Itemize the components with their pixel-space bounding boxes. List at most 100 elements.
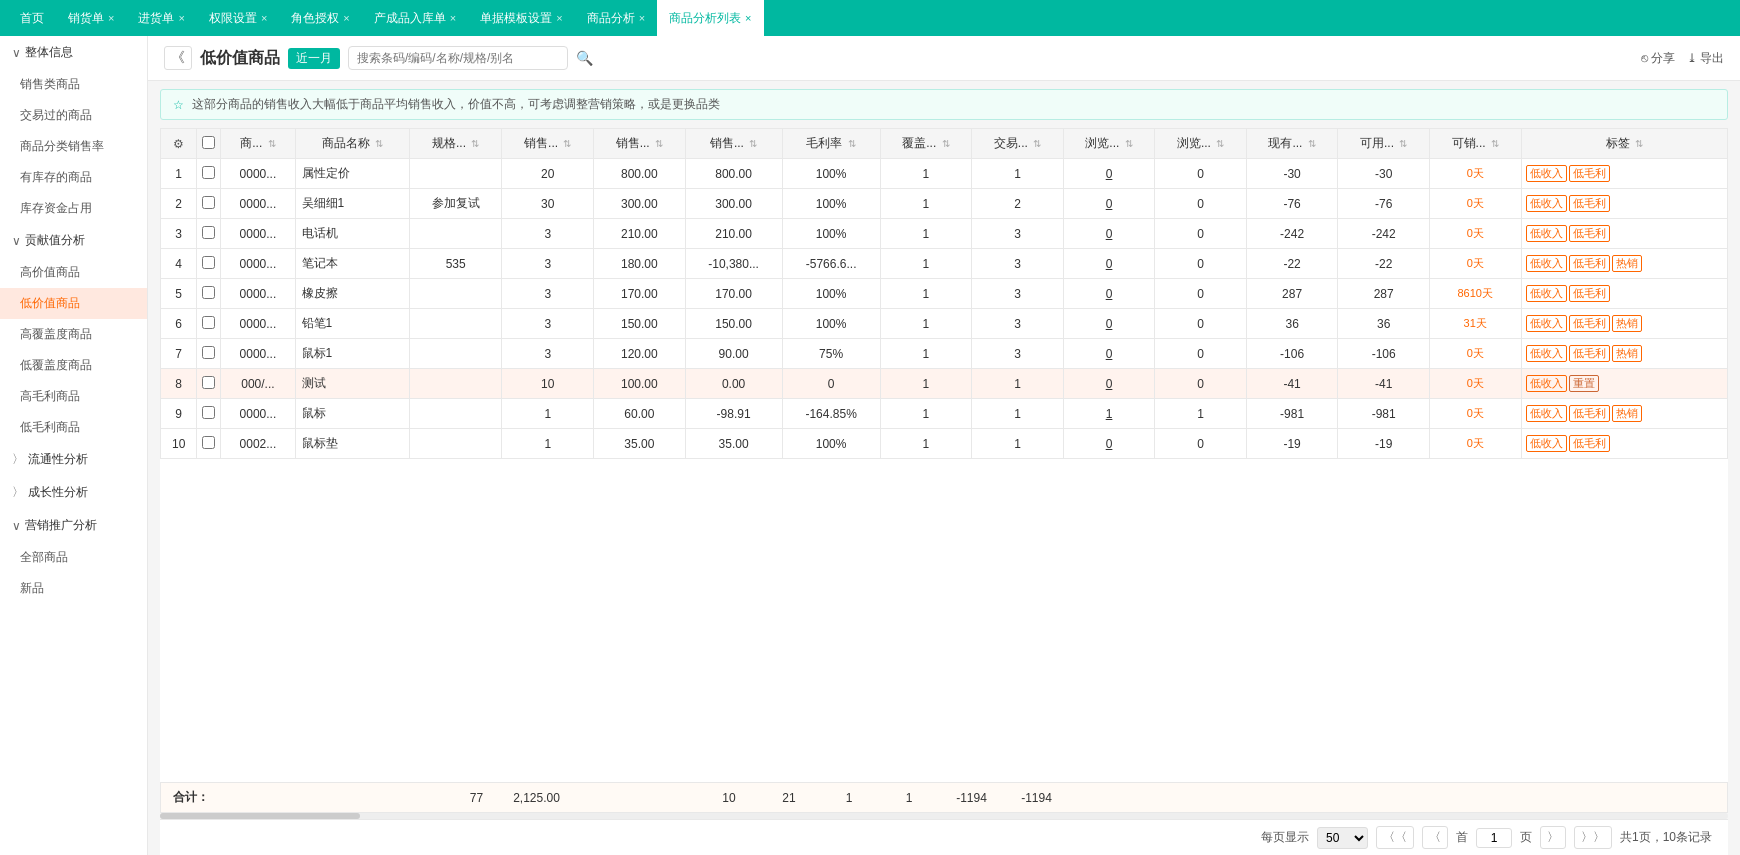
last-page-button[interactable]: 〉〉 (1574, 826, 1612, 849)
view1-link[interactable]: 0 (1106, 227, 1113, 241)
first-page-button[interactable]: 〈〈 (1376, 826, 1414, 849)
sidebar-group-overall[interactable]: ∨ 整体信息 (0, 36, 147, 69)
next-page-button[interactable]: 〉 (1540, 826, 1566, 849)
view1-link[interactable]: 1 (1106, 407, 1113, 421)
nav-home[interactable]: 首页 (8, 0, 56, 36)
sidebar-item-high-margin[interactable]: 高毛利商品 (0, 381, 147, 412)
sales-amount-column-header[interactable]: 销售... ⇅ (685, 129, 782, 159)
row-checkbox-cell[interactable] (197, 309, 221, 339)
checkbox-column-header[interactable] (197, 129, 221, 159)
view1-link[interactable]: 0 (1106, 437, 1113, 451)
sidebar-group-growth[interactable]: 〉 成长性分析 (0, 476, 147, 509)
view1-cell[interactable]: 0 (1063, 279, 1155, 309)
view1-cell[interactable]: 0 (1063, 219, 1155, 249)
coverage-column-header[interactable]: 覆盖... ⇅ (880, 129, 972, 159)
row-checkbox-cell[interactable] (197, 399, 221, 429)
view1-link[interactable]: 0 (1106, 317, 1113, 331)
view1-link[interactable]: 0 (1106, 197, 1113, 211)
nav-close-icon[interactable]: × (450, 12, 456, 24)
current-column-header[interactable]: 现有... ⇅ (1246, 129, 1338, 159)
nav-product-inbound[interactable]: 产成品入库单 × (362, 0, 468, 36)
gear-column-header[interactable]: ⚙ (161, 129, 197, 159)
view1-cell[interactable]: 0 (1063, 159, 1155, 189)
nav-product-analysis[interactable]: 商品分析 × (575, 0, 657, 36)
page-number-input[interactable] (1476, 828, 1512, 848)
nav-purchase-order[interactable]: 进货单 × (126, 0, 196, 36)
view1-cell[interactable]: 0 (1063, 309, 1155, 339)
row-checkbox[interactable] (202, 316, 215, 329)
view1-column-header[interactable]: 浏览... ⇅ (1063, 129, 1155, 159)
view1-link[interactable]: 0 (1106, 167, 1113, 181)
nav-product-analysis-list[interactable]: 商品分析列表 × (657, 0, 763, 36)
gear-icon[interactable]: ⚙ (173, 137, 184, 151)
view1-cell[interactable]: 0 (1063, 249, 1155, 279)
export-button[interactable]: ⤓ 导出 (1687, 50, 1724, 67)
sidebar-item-category-sales-rate[interactable]: 商品分类销售率 (0, 131, 147, 162)
select-all-checkbox[interactable] (202, 136, 215, 149)
view1-cell[interactable]: 0 (1063, 369, 1155, 399)
nav-close-icon[interactable]: × (178, 12, 184, 24)
row-checkbox-cell[interactable] (197, 189, 221, 219)
view1-cell[interactable]: 0 (1063, 429, 1155, 459)
nav-close-icon[interactable]: × (556, 12, 562, 24)
share-button[interactable]: ⎋ 分享 (1641, 50, 1675, 67)
name-column-header[interactable]: 商品名称 ⇅ (295, 129, 409, 159)
view1-link[interactable]: 0 (1106, 287, 1113, 301)
nav-permission[interactable]: 权限设置 × (197, 0, 279, 36)
sidebar-item-stocked-goods[interactable]: 有库存的商品 (0, 162, 147, 193)
view1-cell[interactable]: 0 (1063, 189, 1155, 219)
row-checkbox-cell[interactable] (197, 339, 221, 369)
view1-cell[interactable]: 1 (1063, 399, 1155, 429)
row-checkbox[interactable] (202, 256, 215, 269)
spec-column-header[interactable]: 规格... ⇅ (409, 129, 502, 159)
code-column-header[interactable]: 商... ⇅ (221, 129, 295, 159)
sales-price-column-header[interactable]: 销售... ⇅ (594, 129, 686, 159)
view1-link[interactable]: 0 (1106, 257, 1113, 271)
row-checkbox[interactable] (202, 406, 215, 419)
row-checkbox-cell[interactable] (197, 369, 221, 399)
sidebar-item-stock-funds[interactable]: 库存资金占用 (0, 193, 147, 224)
row-checkbox-cell[interactable] (197, 429, 221, 459)
row-checkbox-cell[interactable] (197, 219, 221, 249)
transaction-column-header[interactable]: 交易... ⇅ (972, 129, 1064, 159)
sidebar-item-low-coverage[interactable]: 低覆盖度商品 (0, 350, 147, 381)
sidebar-item-traded-goods[interactable]: 交易过的商品 (0, 100, 147, 131)
view2-column-header[interactable]: 浏览... ⇅ (1155, 129, 1247, 159)
nav-close-icon[interactable]: × (639, 12, 645, 24)
collapse-sidebar-button[interactable]: 《 (164, 46, 192, 70)
margin-column-header[interactable]: 毛利率 ⇅ (782, 129, 880, 159)
prev-page-button[interactable]: 〈 (1422, 826, 1448, 849)
data-table-container[interactable]: ⚙ 商... ⇅ 商品名称 ⇅ 规格... ⇅ 销售... ⇅ 销售... ⇅ … (160, 128, 1728, 782)
row-checkbox-cell[interactable] (197, 249, 221, 279)
sidebar-item-low-value[interactable]: 低价值商品 (0, 288, 147, 319)
nav-template-settings[interactable]: 单据模板设置 × (468, 0, 574, 36)
row-checkbox-cell[interactable] (197, 159, 221, 189)
sidebar-item-sales-goods[interactable]: 销售类商品 (0, 69, 147, 100)
row-checkbox[interactable] (202, 346, 215, 359)
sidebar-item-high-coverage[interactable]: 高覆盖度商品 (0, 319, 147, 350)
sidebar-group-contribution[interactable]: ∨ 贡献值分析 (0, 224, 147, 257)
view1-cell[interactable]: 0 (1063, 339, 1155, 369)
sidebar-group-marketing[interactable]: ∨ 营销推广分析 (0, 509, 147, 542)
row-checkbox[interactable] (202, 286, 215, 299)
sidebar-group-liquidity[interactable]: 〉 流通性分析 (0, 443, 147, 476)
available-column-header[interactable]: 可用... ⇅ (1338, 129, 1430, 159)
sellable-column-header[interactable]: 可销... ⇅ (1429, 129, 1521, 159)
nav-close-icon[interactable]: × (261, 12, 267, 24)
nav-close-active-icon[interactable]: × (745, 12, 751, 24)
row-checkbox[interactable] (202, 226, 215, 239)
view1-link[interactable]: 0 (1106, 377, 1113, 391)
nav-role-auth[interactable]: 角色授权 × (279, 0, 361, 36)
nav-sales-order[interactable]: 销货单 × (56, 0, 126, 36)
sales-qty-column-header[interactable]: 销售... ⇅ (502, 129, 594, 159)
row-checkbox-cell[interactable] (197, 279, 221, 309)
search-input[interactable] (348, 46, 568, 70)
sidebar-item-all-goods[interactable]: 全部商品 (0, 542, 147, 573)
nav-close-icon[interactable]: × (343, 12, 349, 24)
search-icon[interactable]: 🔍 (576, 50, 593, 66)
row-checkbox[interactable] (202, 166, 215, 179)
sidebar-item-new-goods[interactable]: 新品 (0, 573, 147, 604)
time-filter-badge[interactable]: 近一月 (288, 48, 340, 69)
view1-link[interactable]: 0 (1106, 347, 1113, 361)
nav-close-icon[interactable]: × (108, 12, 114, 24)
